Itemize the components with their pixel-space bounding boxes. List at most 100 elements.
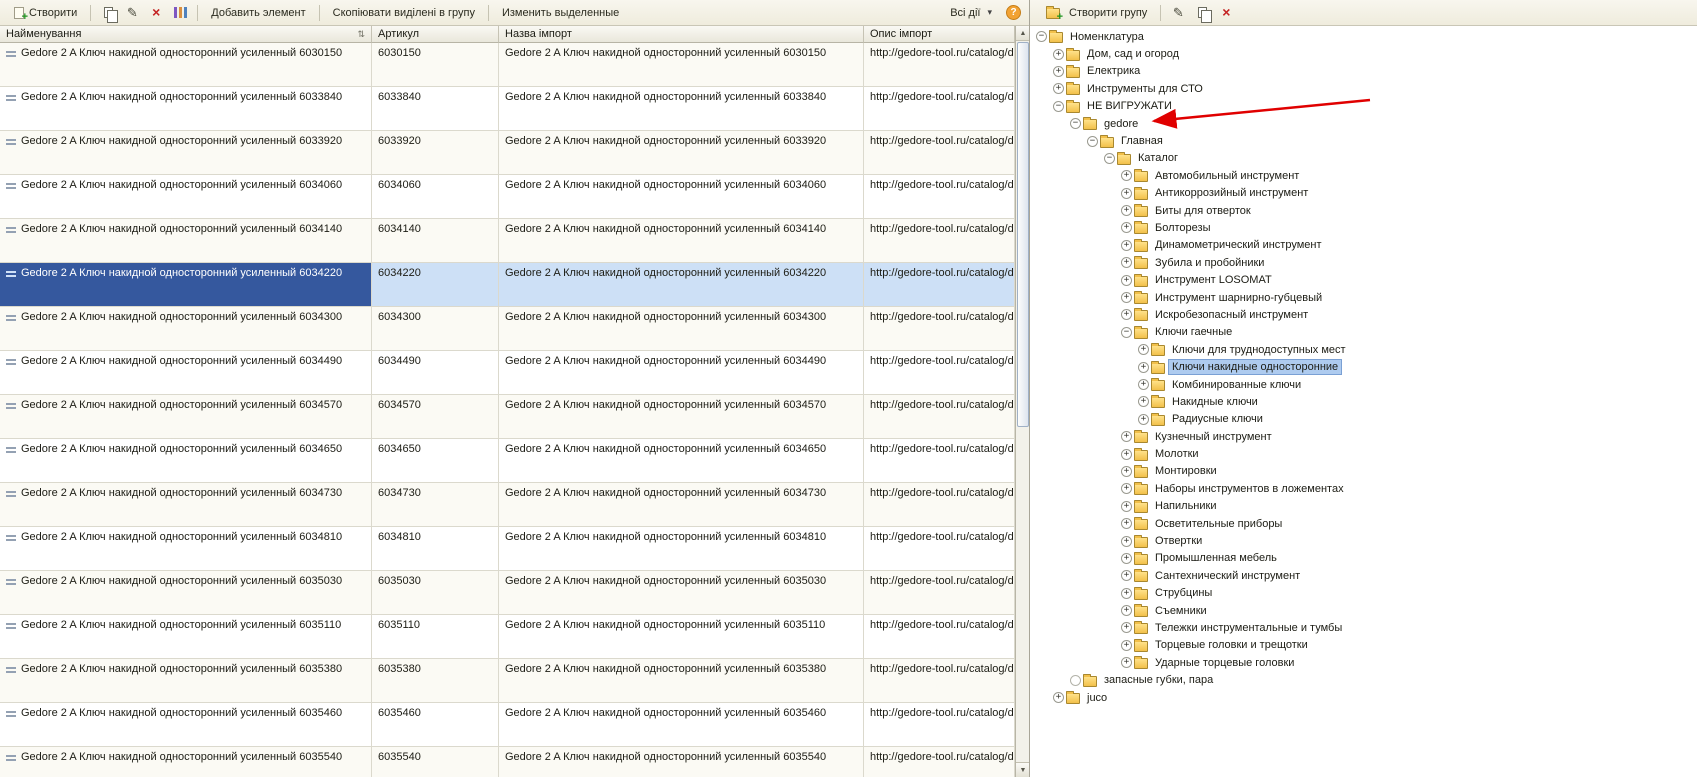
- table-row[interactable]: Gedore 2 A Ключ накидной односторонний у…: [0, 747, 1015, 777]
- tree-item-label[interactable]: Болторезы: [1152, 221, 1214, 235]
- cell-import-desc[interactable]: http://gedore-tool.ru/catalog/d...: [864, 307, 1015, 351]
- tree-item-label[interactable]: Каталог: [1135, 151, 1181, 165]
- cell-import-name[interactable]: Gedore 2 A Ключ накидной односторонний у…: [499, 219, 864, 263]
- cell-name[interactable]: Gedore 2 A Ключ накидной односторонний у…: [0, 703, 372, 747]
- copy-item-button[interactable]: [98, 3, 118, 23]
- cell-import-desc[interactable]: http://gedore-tool.ru/catalog/d...: [864, 43, 1015, 87]
- table-row[interactable]: Gedore 2 A Ключ накидной односторонний у…: [0, 395, 1015, 439]
- cell-import-name[interactable]: Gedore 2 A Ключ накидной односторонний у…: [499, 131, 864, 175]
- tree-item-label[interactable]: gedore: [1101, 117, 1141, 131]
- table-row[interactable]: Gedore 2 A Ключ накидной односторонний у…: [0, 87, 1015, 131]
- tree-item-label[interactable]: Главная: [1118, 134, 1166, 148]
- tree-item-label[interactable]: Зубила и пробойники: [1152, 256, 1267, 270]
- copy-selected-to-group-button[interactable]: Скопіювати виділені в групу: [327, 4, 481, 22]
- tree-item-label[interactable]: Антикоррозийный инструмент: [1152, 186, 1311, 200]
- tree-item[interactable]: + Промышленная мебель: [1030, 550, 1697, 567]
- collapse-icon[interactable]: −: [1104, 152, 1115, 164]
- expand-icon[interactable]: +: [1121, 483, 1132, 495]
- cell-import-desc[interactable]: http://gedore-tool.ru/catalog/d...: [864, 131, 1015, 175]
- tree-item-label[interactable]: НЕ ВИГРУЖАТИ: [1084, 99, 1175, 113]
- tree-item-label[interactable]: Сантехнический инструмент: [1152, 569, 1303, 583]
- tree-item[interactable]: + Биты для отверток: [1030, 202, 1697, 219]
- table-row[interactable]: Gedore 2 A Ключ накидной односторонний у…: [0, 263, 1015, 307]
- copy-group-button[interactable]: [1192, 3, 1212, 23]
- cell-import-desc[interactable]: http://gedore-tool.ru/catalog/d...: [864, 263, 1015, 307]
- tree-item[interactable]: + Тележки инструментальные и тумбы: [1030, 619, 1697, 636]
- tree-item[interactable]: + Ключи для труднодоступных мест: [1030, 341, 1697, 358]
- tree-item[interactable]: + Ключи накидные односторонние: [1030, 358, 1697, 376]
- cell-name[interactable]: Gedore 2 A Ключ накидной односторонний у…: [0, 439, 372, 483]
- tree-item-label[interactable]: Биты для отверток: [1152, 204, 1254, 218]
- expand-icon[interactable]: +: [1121, 552, 1132, 564]
- tree-item[interactable]: + Торцевые головки и трещотки: [1030, 637, 1697, 654]
- table-row[interactable]: Gedore 2 A Ключ накидной односторонний у…: [0, 527, 1015, 571]
- cell-import-name[interactable]: Gedore 2 A Ключ накидной односторонний у…: [499, 43, 864, 87]
- cell-article[interactable]: 6034060: [372, 175, 499, 219]
- cell-import-desc[interactable]: http://gedore-tool.ru/catalog/d...: [864, 571, 1015, 615]
- table-row[interactable]: Gedore 2 A Ключ накидной односторонний у…: [0, 219, 1015, 263]
- tree-item-label[interactable]: Наборы инструментов в ложементах: [1152, 482, 1347, 496]
- scroll-up-button[interactable]: ▲: [1016, 26, 1029, 41]
- create-button[interactable]: Створити: [8, 4, 83, 23]
- cell-import-name[interactable]: Gedore 2 A Ключ накидной односторонний у…: [499, 571, 864, 615]
- cell-name[interactable]: Gedore 2 A Ключ накидной односторонний у…: [0, 43, 372, 87]
- expand-icon[interactable]: +: [1121, 257, 1132, 269]
- tree-item-label[interactable]: Радиусные ключи: [1169, 412, 1266, 426]
- tree-item[interactable]: − gedore: [1030, 115, 1697, 132]
- tree-item[interactable]: + Сантехнический инструмент: [1030, 567, 1697, 584]
- cell-name[interactable]: Gedore 2 A Ключ накидной односторонний у…: [0, 615, 372, 659]
- cell-import-name[interactable]: Gedore 2 A Ключ накидной односторонний у…: [499, 615, 864, 659]
- report-button[interactable]: [170, 3, 190, 23]
- tree-item[interactable]: + Електрика: [1030, 63, 1697, 80]
- tree-item[interactable]: + Напильники: [1030, 498, 1697, 515]
- column-header-2[interactable]: Артикул: [372, 26, 499, 43]
- add-element-button[interactable]: Добавить элемент: [205, 4, 311, 22]
- cell-name[interactable]: Gedore 2 A Ключ накидной односторонний у…: [0, 175, 372, 219]
- cell-import-desc[interactable]: http://gedore-tool.ru/catalog/d...: [864, 219, 1015, 263]
- tree-item-label[interactable]: juco: [1084, 691, 1110, 705]
- edit-group-button[interactable]: ✎: [1168, 3, 1188, 23]
- collapse-icon[interactable]: −: [1121, 326, 1132, 338]
- cell-import-name[interactable]: Gedore 2 A Ключ накидной односторонний у…: [499, 87, 864, 131]
- cell-article[interactable]: 6034570: [372, 395, 499, 439]
- cell-import-desc[interactable]: http://gedore-tool.ru/catalog/d...: [864, 87, 1015, 131]
- table-row[interactable]: Gedore 2 A Ключ накидной односторонний у…: [0, 483, 1015, 527]
- expand-icon[interactable]: +: [1121, 309, 1132, 321]
- scroll-down-button[interactable]: ▼: [1016, 762, 1029, 777]
- tree-item-label[interactable]: Инструмент шарнирно-губцевый: [1152, 291, 1325, 305]
- cell-article[interactable]: 6034140: [372, 219, 499, 263]
- expand-icon[interactable]: +: [1121, 465, 1132, 477]
- cell-article[interactable]: 6030150: [372, 43, 499, 87]
- collapse-icon[interactable]: −: [1070, 118, 1081, 130]
- cell-name[interactable]: Gedore 2 A Ключ накидной односторонний у…: [0, 527, 372, 571]
- tree-item-label[interactable]: Ударные торцевые головки: [1152, 656, 1297, 670]
- cell-name[interactable]: Gedore 2 A Ключ накидной односторонний у…: [0, 87, 372, 131]
- cell-article[interactable]: 6035540: [372, 747, 499, 777]
- tree-item[interactable]: + Инструмент LOSOMAT: [1030, 271, 1697, 288]
- cell-article[interactable]: 6035460: [372, 703, 499, 747]
- collapse-icon[interactable]: −: [1053, 100, 1064, 112]
- tree-item-label[interactable]: Комбинированные ключи: [1169, 378, 1304, 392]
- cell-import-desc[interactable]: http://gedore-tool.ru/catalog/d...: [864, 747, 1015, 777]
- create-group-button[interactable]: Створити групу: [1038, 3, 1153, 23]
- cell-name[interactable]: Gedore 2 A Ключ накидной односторонний у…: [0, 571, 372, 615]
- tree-item-label[interactable]: Автомобильный инструмент: [1152, 169, 1302, 183]
- table-row[interactable]: Gedore 2 A Ключ накидной односторонний у…: [0, 175, 1015, 219]
- expand-icon[interactable]: +: [1121, 205, 1132, 217]
- table-row[interactable]: Gedore 2 A Ключ накидной односторонний у…: [0, 43, 1015, 87]
- tree-item-label[interactable]: Отвертки: [1152, 534, 1205, 548]
- cell-name[interactable]: Gedore 2 A Ключ накидной односторонний у…: [0, 659, 372, 703]
- edit-selected-button[interactable]: Изменить выделенные: [496, 4, 625, 22]
- collapse-icon[interactable]: −: [1087, 135, 1098, 147]
- tree-item-label[interactable]: Струбцины: [1152, 586, 1215, 600]
- expand-icon[interactable]: +: [1121, 448, 1132, 460]
- expand-icon[interactable]: +: [1121, 187, 1132, 199]
- cell-name[interactable]: Gedore 2 A Ключ накидной односторонний у…: [0, 307, 372, 351]
- expand-icon[interactable]: +: [1121, 222, 1132, 234]
- expand-icon[interactable]: +: [1053, 692, 1064, 704]
- expand-icon[interactable]: +: [1138, 396, 1149, 408]
- cell-import-name[interactable]: Gedore 2 A Ключ накидной односторонний у…: [499, 527, 864, 571]
- cell-article[interactable]: 6034300: [372, 307, 499, 351]
- cell-article[interactable]: 6035030: [372, 571, 499, 615]
- cell-name[interactable]: Gedore 2 A Ключ накидной односторонний у…: [0, 263, 372, 307]
